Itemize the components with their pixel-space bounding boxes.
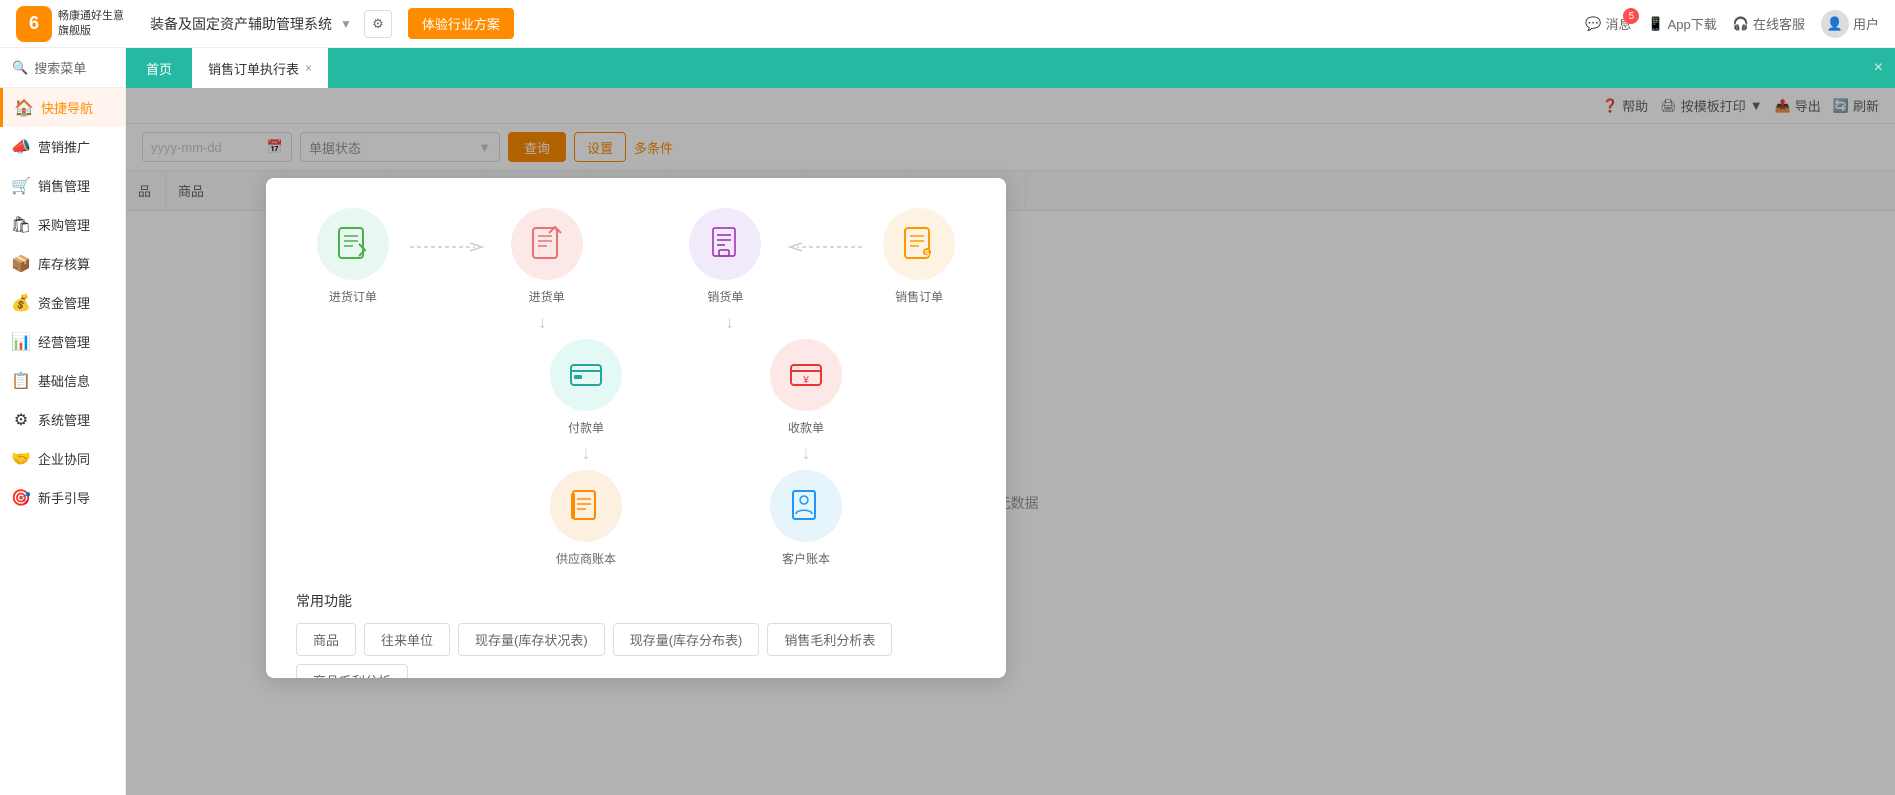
supplier-ledger-icon [550, 470, 622, 542]
supplier-ledger-label: 供应商账本 [556, 550, 616, 567]
logo-icon: 6 [16, 6, 52, 42]
func-btn-stock-dist[interactable]: 现存量(库存分布表) [613, 623, 760, 656]
func-btn-contacts[interactable]: 往来单位 [364, 623, 450, 656]
sidebar-item-operation[interactable]: 📊 经营管理 [0, 322, 125, 361]
logo-area: 6 畅康通好生意 旗舰版 [16, 6, 142, 42]
payment-label: 付款单 [568, 419, 604, 436]
common-functions: 常用功能 商品 往来单位 现存量(库存状况表) 现存量(库存分布表) 销售毛利分… [296, 591, 976, 678]
finance-icon: 💰 [12, 294, 30, 312]
flow-sales-bill[interactable]: 销货单 [669, 208, 783, 305]
flow-customer-ledger[interactable]: 客户账本 [736, 470, 876, 567]
func-btn-sales-margin[interactable]: 销售毛利分析表 [767, 623, 892, 656]
try-button[interactable]: 体验行业方案 [408, 8, 514, 39]
sidebar-item-system[interactable]: ⚙ 系统管理 [0, 400, 125, 439]
flow-payment[interactable]: 付款单 [516, 339, 656, 436]
sidebar-item-newbie[interactable]: 🎯 新手引导 [0, 478, 125, 517]
top-right: 💬 消息 5 📱 App下载 🎧 在线客服 👤 用户 [1585, 10, 1879, 38]
sidebar-item-sales[interactable]: 🛒 销售管理 [0, 166, 125, 205]
receipt-label: 收款单 [788, 419, 824, 436]
sales-order-icon: $ [883, 208, 955, 280]
sidebar-item-enterprise[interactable]: 🤝 企业协同 [0, 439, 125, 478]
purchase-icon: 🛍 [12, 216, 30, 234]
user-menu[interactable]: 👤 用户 [1821, 10, 1879, 38]
func-buttons-row1: 商品 往来单位 现存量(库存状况表) 现存量(库存分布表) 销售毛利分析表 商品… [296, 623, 976, 678]
popup-overlay[interactable]: 进货订单 [126, 88, 1895, 795]
sidebar-item-marketing[interactable]: 📣 营销推广 [0, 127, 125, 166]
system-name: 装备及固定资产辅助管理系统 [150, 14, 332, 34]
sidebar-item-purchase[interactable]: 🛍 采购管理 [0, 205, 125, 244]
tab-bar: 首页 销售订单执行表 × × [126, 48, 1895, 88]
message-icon: 💬 [1585, 16, 1601, 32]
message-badge: 5 [1623, 8, 1639, 24]
receipt-icon: ¥ [770, 339, 842, 411]
flow-supplier-ledger[interactable]: 供应商账本 [516, 470, 656, 567]
online-service-button[interactable]: 🎧 在线客服 [1733, 14, 1805, 33]
download-icon: 📱 [1647, 16, 1663, 32]
sidebar-item-quick-nav[interactable]: 🏠 快捷导航 [0, 88, 125, 127]
newbie-icon: 🎯 [12, 489, 30, 507]
sidebar-item-basic-info[interactable]: 📋 基础信息 [0, 361, 125, 400]
system-icon: ⚙ [12, 411, 30, 429]
operation-icon: 📊 [12, 333, 30, 351]
user-avatar: 👤 [1821, 10, 1849, 38]
svg-text:¥: ¥ [802, 375, 809, 386]
basic-info-icon: 📋 [12, 372, 30, 390]
func-btn-stock-status[interactable]: 现存量(库存状况表) [458, 623, 605, 656]
inventory-icon: 📦 [12, 255, 30, 273]
marketing-icon: 📣 [12, 138, 30, 156]
system-title: 装备及固定资产辅助管理系统 ▼ ⚙ 体验行业方案 [150, 8, 514, 39]
purchase-bill-icon [511, 208, 583, 280]
customer-ledger-label: 客户账本 [782, 550, 830, 567]
flow-sales-order[interactable]: $ 销售订单 [862, 208, 976, 305]
payment-icon [550, 339, 622, 411]
sales-bill-label: 销货单 [707, 288, 743, 305]
content-area: 首页 销售订单执行表 × × ❓ 帮助 [126, 48, 1895, 795]
tab-home[interactable]: 首页 [126, 59, 192, 78]
func-btn-goods-margin[interactable]: 商品毛利分析 [296, 664, 408, 678]
customer-ledger-icon [770, 470, 842, 542]
purchase-order-label: 进货订单 [329, 288, 377, 305]
common-functions-title: 常用功能 [296, 591, 976, 611]
func-btn-goods[interactable]: 商品 [296, 623, 356, 656]
app-container: 6 畅康通好生意 旗舰版 装备及固定资产辅助管理系统 ▼ ⚙ 体验行业方案 💬 … [0, 0, 1895, 795]
sidebar: 🔍 搜索菜单 🏠 快捷导航 📣 营销推广 🛒 销售管理 🛍 采购管理 📦 [0, 48, 126, 795]
gear-button[interactable]: ⚙ [364, 10, 392, 38]
purchase-order-icon [317, 208, 389, 280]
svg-text:$: $ [925, 249, 930, 258]
flow-receipt[interactable]: ¥ 收款单 [736, 339, 876, 436]
home-icon: 🏠 [15, 99, 33, 117]
service-icon: 🎧 [1733, 16, 1749, 32]
sidebar-item-finance[interactable]: 💰 资金管理 [0, 283, 125, 322]
message-button[interactable]: 💬 消息 5 [1585, 14, 1631, 33]
sidebar-search[interactable]: 🔍 搜索菜单 [0, 48, 125, 88]
enterprise-icon: 🤝 [12, 450, 30, 468]
tab-close-icon[interactable]: × [305, 61, 312, 75]
sidebar-item-inventory[interactable]: 📦 库存核算 [0, 244, 125, 283]
top-bar: 6 畅康通好生意 旗舰版 装备及固定资产辅助管理系统 ▼ ⚙ 体验行业方案 💬 … [0, 0, 1895, 48]
system-dropdown-icon[interactable]: ▼ [340, 17, 352, 31]
app-download-button[interactable]: 📱 App下载 [1647, 14, 1716, 33]
flow-purchase-bill[interactable]: 进货单 [490, 208, 604, 305]
search-icon: 🔍 [12, 60, 28, 76]
sales-bill-icon [689, 208, 761, 280]
purchase-bill-label: 进货单 [529, 288, 565, 305]
sales-icon: 🛒 [12, 177, 30, 195]
close-all-tabs-button[interactable]: × [1874, 59, 1883, 77]
sales-order-label: 销售订单 [895, 288, 943, 305]
quick-nav-popup: 进货订单 [266, 178, 1006, 678]
flow-purchase-order[interactable]: 进货订单 [296, 208, 410, 305]
main-area: 🔍 搜索菜单 🏠 快捷导航 📣 营销推广 🛒 销售管理 🛍 采购管理 📦 [0, 48, 1895, 795]
logo-text: 畅康通好生意 旗舰版 [58, 9, 124, 38]
tab-sales-order[interactable]: 销售订单执行表 × [192, 48, 328, 88]
